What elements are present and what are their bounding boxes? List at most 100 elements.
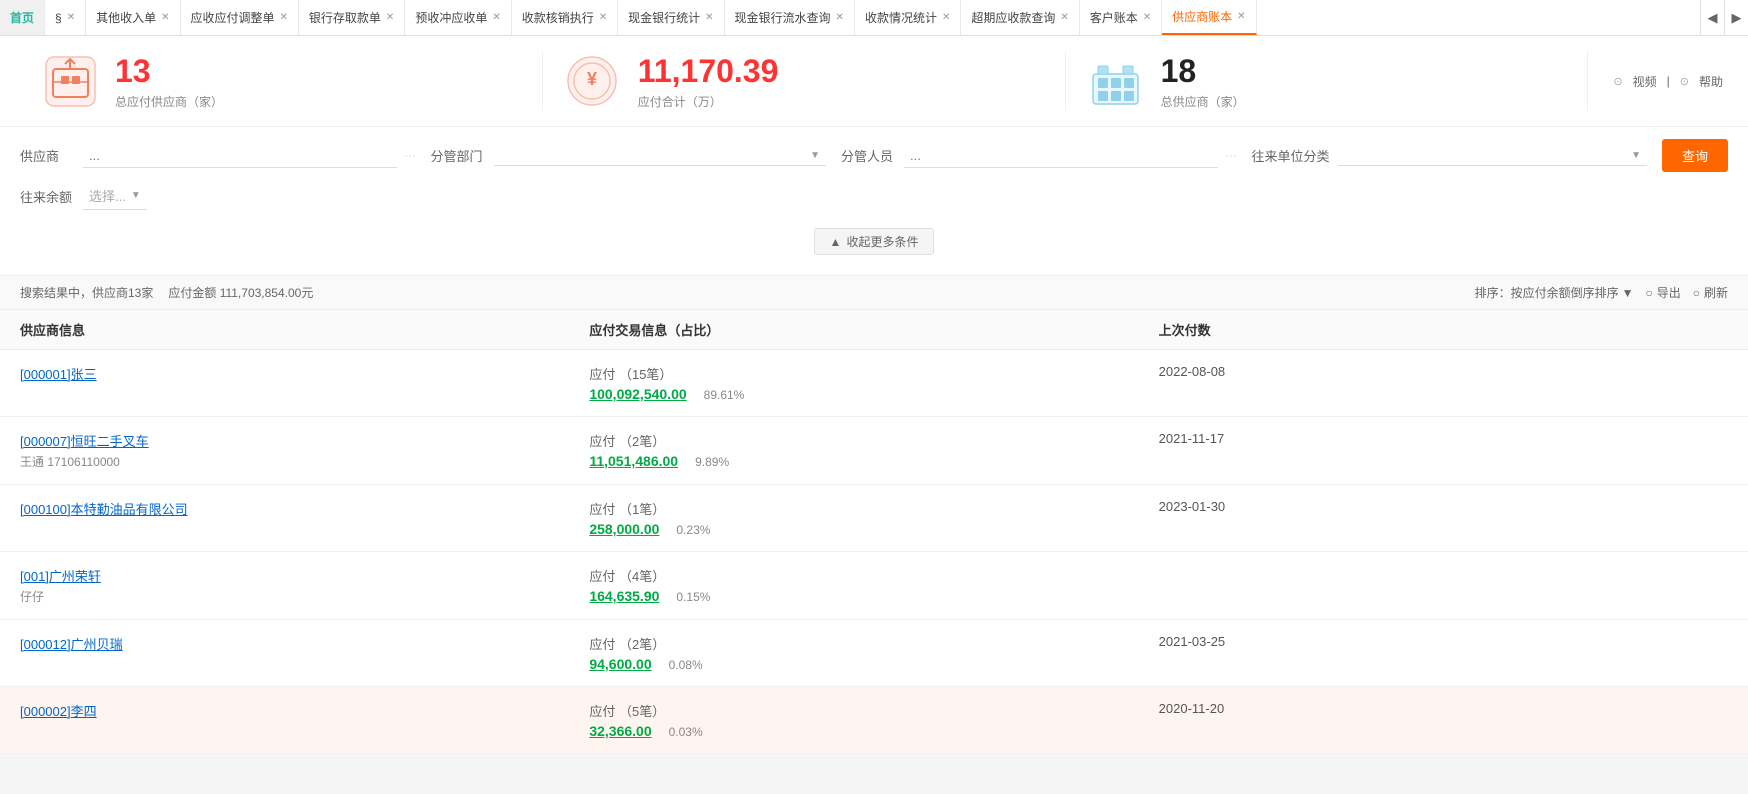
last-payment-cell-5: 2021-03-25: [1159, 634, 1728, 649]
search-button[interactable]: 查询: [1662, 139, 1728, 172]
summary-payable-amount: ¥ 11,170.39 应付合计（万）: [543, 51, 1066, 111]
nav-receipt-stat[interactable]: 收款情况统计 ✕: [855, 0, 961, 35]
collapse-filter-button[interactable]: ▲ 收起更多条件: [814, 228, 935, 255]
close-icon[interactable]: ✕: [599, 12, 607, 23]
supplier-table: 供应商信息 应付交易信息（占比） 上次付数 [000001]张三 应付 （15笔…: [0, 310, 1748, 754]
nav-bank-deposit[interactable]: 银行存取款单 ✕: [299, 0, 405, 35]
close-icon[interactable]: ✕: [836, 12, 844, 23]
filter-row-1: 供应商 ··· 分管部门 ▼ 分管人员 ··· 往来单位分类 ▼ 查询: [20, 139, 1728, 172]
close-icon[interactable]: ✕: [386, 12, 394, 23]
person-dots-icon[interactable]: ···: [1226, 150, 1237, 162]
close-icon[interactable]: ✕: [67, 12, 75, 23]
supplier-link-1[interactable]: [000001]张三: [20, 367, 97, 382]
table-row: [000100]本特勤油品有限公司 应付 （1笔） 258,000.00 0.2…: [0, 485, 1748, 552]
chevron-down-icon: ▼: [131, 190, 141, 201]
nav-supplier-ledger[interactable]: 供应商账本 ✕: [1162, 0, 1256, 35]
close-icon[interactable]: ✕: [705, 12, 713, 23]
export-icon: ○: [1645, 286, 1652, 300]
top-links: ⊙ 视频 | ⊙ 帮助: [1588, 73, 1728, 90]
nav-ar-ap-adjust[interactable]: 应收应付调整单 ✕: [181, 0, 299, 35]
supplier-cell-5: [000012]广州贝瑞: [20, 634, 589, 653]
sort-button[interactable]: 排序：按应付余额倒序排序 ▼: [1475, 284, 1634, 301]
nav-other-income[interactable]: 其他收入单 ✕: [86, 0, 180, 35]
payable-supplier-count: 13: [115, 52, 223, 90]
transaction-amount-3[interactable]: 258,000.00: [589, 521, 659, 537]
supplier-filter-label: 供应商: [20, 146, 75, 165]
chevron-down-icon: ▼: [1622, 286, 1634, 300]
total-supplier-count: 18: [1161, 52, 1245, 90]
help-link[interactable]: 帮助: [1699, 73, 1723, 90]
refresh-icon: ○: [1693, 286, 1700, 300]
filter-row-2: 往来余额 选择... ▼: [20, 182, 1728, 210]
supplier-cell-4: [001]广州荣轩 仔仔: [20, 566, 589, 605]
nav-receipt-verify[interactable]: 收款核销执行 ✕: [512, 0, 618, 35]
supplier-dots-icon[interactable]: ···: [405, 150, 416, 162]
close-icon[interactable]: ✕: [942, 12, 950, 23]
total-supplier-icon: [1086, 51, 1146, 111]
nav-sec[interactable]: § ✕: [45, 0, 86, 35]
result-summary-text: 搜索结果中，供应商13家: [20, 284, 153, 301]
transaction-amount-6[interactable]: 32,366.00: [589, 723, 651, 739]
nav-cash-stat[interactable]: 现金银行统计 ✕: [618, 0, 724, 35]
supplier-cell-3: [000100]本特勤油品有限公司: [20, 499, 589, 518]
top-navigation: 首页 § ✕ 其他收入单 ✕ 应收应付调整单 ✕ 银行存取款单 ✕ 预收冲应收单…: [0, 0, 1748, 36]
transaction-amount-1[interactable]: 100,092,540.00: [589, 386, 686, 402]
person-input[interactable]: [904, 144, 1218, 168]
close-icon[interactable]: ✕: [1237, 11, 1245, 22]
table-row: [000007]恒旺二手叉车 王通 17106110000 应付 （2笔） 11…: [0, 417, 1748, 485]
nav-next-button[interactable]: ▶: [1724, 0, 1748, 36]
transaction-amount-5[interactable]: 94,600.00: [589, 656, 651, 672]
chevron-down-icon: ▼: [810, 150, 820, 161]
col-supplier-info: 供应商信息: [20, 320, 589, 339]
supplier-link-4[interactable]: [001]广州荣轩: [20, 569, 101, 584]
supplier-input[interactable]: [83, 144, 397, 168]
table-row: [000002]李四 应付 （5笔） 32,366.00 0.03% 2020-…: [0, 687, 1748, 754]
refresh-button[interactable]: ○ 刷新: [1693, 284, 1728, 301]
supplier-link-6[interactable]: [000002]李四: [20, 704, 97, 719]
supplier-cell-2: [000007]恒旺二手叉车 王通 17106110000: [20, 431, 589, 470]
balance-select[interactable]: 选择... ▼: [83, 182, 147, 210]
transaction-cell-2: 应付 （2笔） 11,051,486.00 9.89%: [589, 431, 1158, 469]
total-supplier-label: 总供应商（家）: [1161, 93, 1245, 110]
supplier-link-3[interactable]: [000100]本特勤油品有限公司: [20, 502, 188, 517]
dept-select[interactable]: ▼: [494, 146, 827, 166]
supplier-link-2[interactable]: [000007]恒旺二手叉车: [20, 434, 149, 449]
nav-cash-flow[interactable]: 现金银行流水查询 ✕: [725, 0, 855, 35]
filter-area: 供应商 ··· 分管部门 ▼ 分管人员 ··· 往来单位分类 ▼ 查询 往来: [0, 127, 1748, 276]
last-payment-cell-2: 2021-11-17: [1159, 431, 1728, 446]
close-icon[interactable]: ✕: [161, 12, 169, 23]
transaction-cell-1: 应付 （15笔） 100,092,540.00 89.61%: [589, 364, 1158, 402]
nav-overdue-ar[interactable]: 超期应收款查询 ✕: [961, 0, 1079, 35]
nav-prepay-offset[interactable]: 预收冲应收单 ✕: [405, 0, 511, 35]
close-icon[interactable]: ✕: [280, 12, 288, 23]
category-filter: 往来单位分类 ▼: [1252, 146, 1648, 166]
dept-filter-label: 分管部门: [431, 146, 486, 165]
category-select[interactable]: ▼: [1338, 146, 1647, 166]
transaction-cell-5: 应付 （2笔） 94,600.00 0.08%: [589, 634, 1158, 672]
export-button[interactable]: ○ 导出: [1645, 284, 1680, 301]
payable-supplier-label: 总应付供应商（家）: [115, 93, 223, 110]
col-transaction-info: 应付交易信息（占比）: [589, 320, 1158, 339]
transaction-amount-4[interactable]: 164,635.90: [589, 588, 659, 604]
payable-amount-label: 应付合计（万）: [638, 93, 779, 110]
close-icon[interactable]: ✕: [1143, 12, 1151, 23]
payable-amount-value: 11,170.39: [638, 52, 779, 90]
nav-home[interactable]: 首页: [0, 0, 45, 35]
collapse-arrow-icon: ▲: [830, 235, 842, 249]
person-filter: 分管人员 ···: [841, 144, 1237, 168]
video-link[interactable]: 视频: [1633, 73, 1657, 90]
last-payment-cell-3: 2023-01-30: [1159, 499, 1728, 514]
supplier-filter: 供应商 ···: [20, 144, 416, 168]
table-header: 供应商信息 应付交易信息（占比） 上次付数: [0, 310, 1748, 350]
nav-arrows: ◀ ▶: [1700, 0, 1748, 36]
svg-text:¥: ¥: [587, 69, 597, 89]
nav-customer-ledger[interactable]: 客户账本 ✕: [1080, 0, 1162, 35]
nav-prev-button[interactable]: ◀: [1700, 0, 1724, 36]
close-icon[interactable]: ✕: [492, 12, 500, 23]
summary-total-suppliers: 18 总供应商（家）: [1066, 51, 1589, 111]
transaction-cell-4: 应付 （4笔） 164,635.90 0.15%: [589, 566, 1158, 604]
supplier-cell-6: [000002]李四: [20, 701, 589, 720]
transaction-amount-2[interactable]: 11,051,486.00: [589, 453, 678, 469]
close-icon[interactable]: ✕: [1060, 12, 1068, 23]
supplier-link-5[interactable]: [000012]广州贝瑞: [20, 637, 123, 652]
